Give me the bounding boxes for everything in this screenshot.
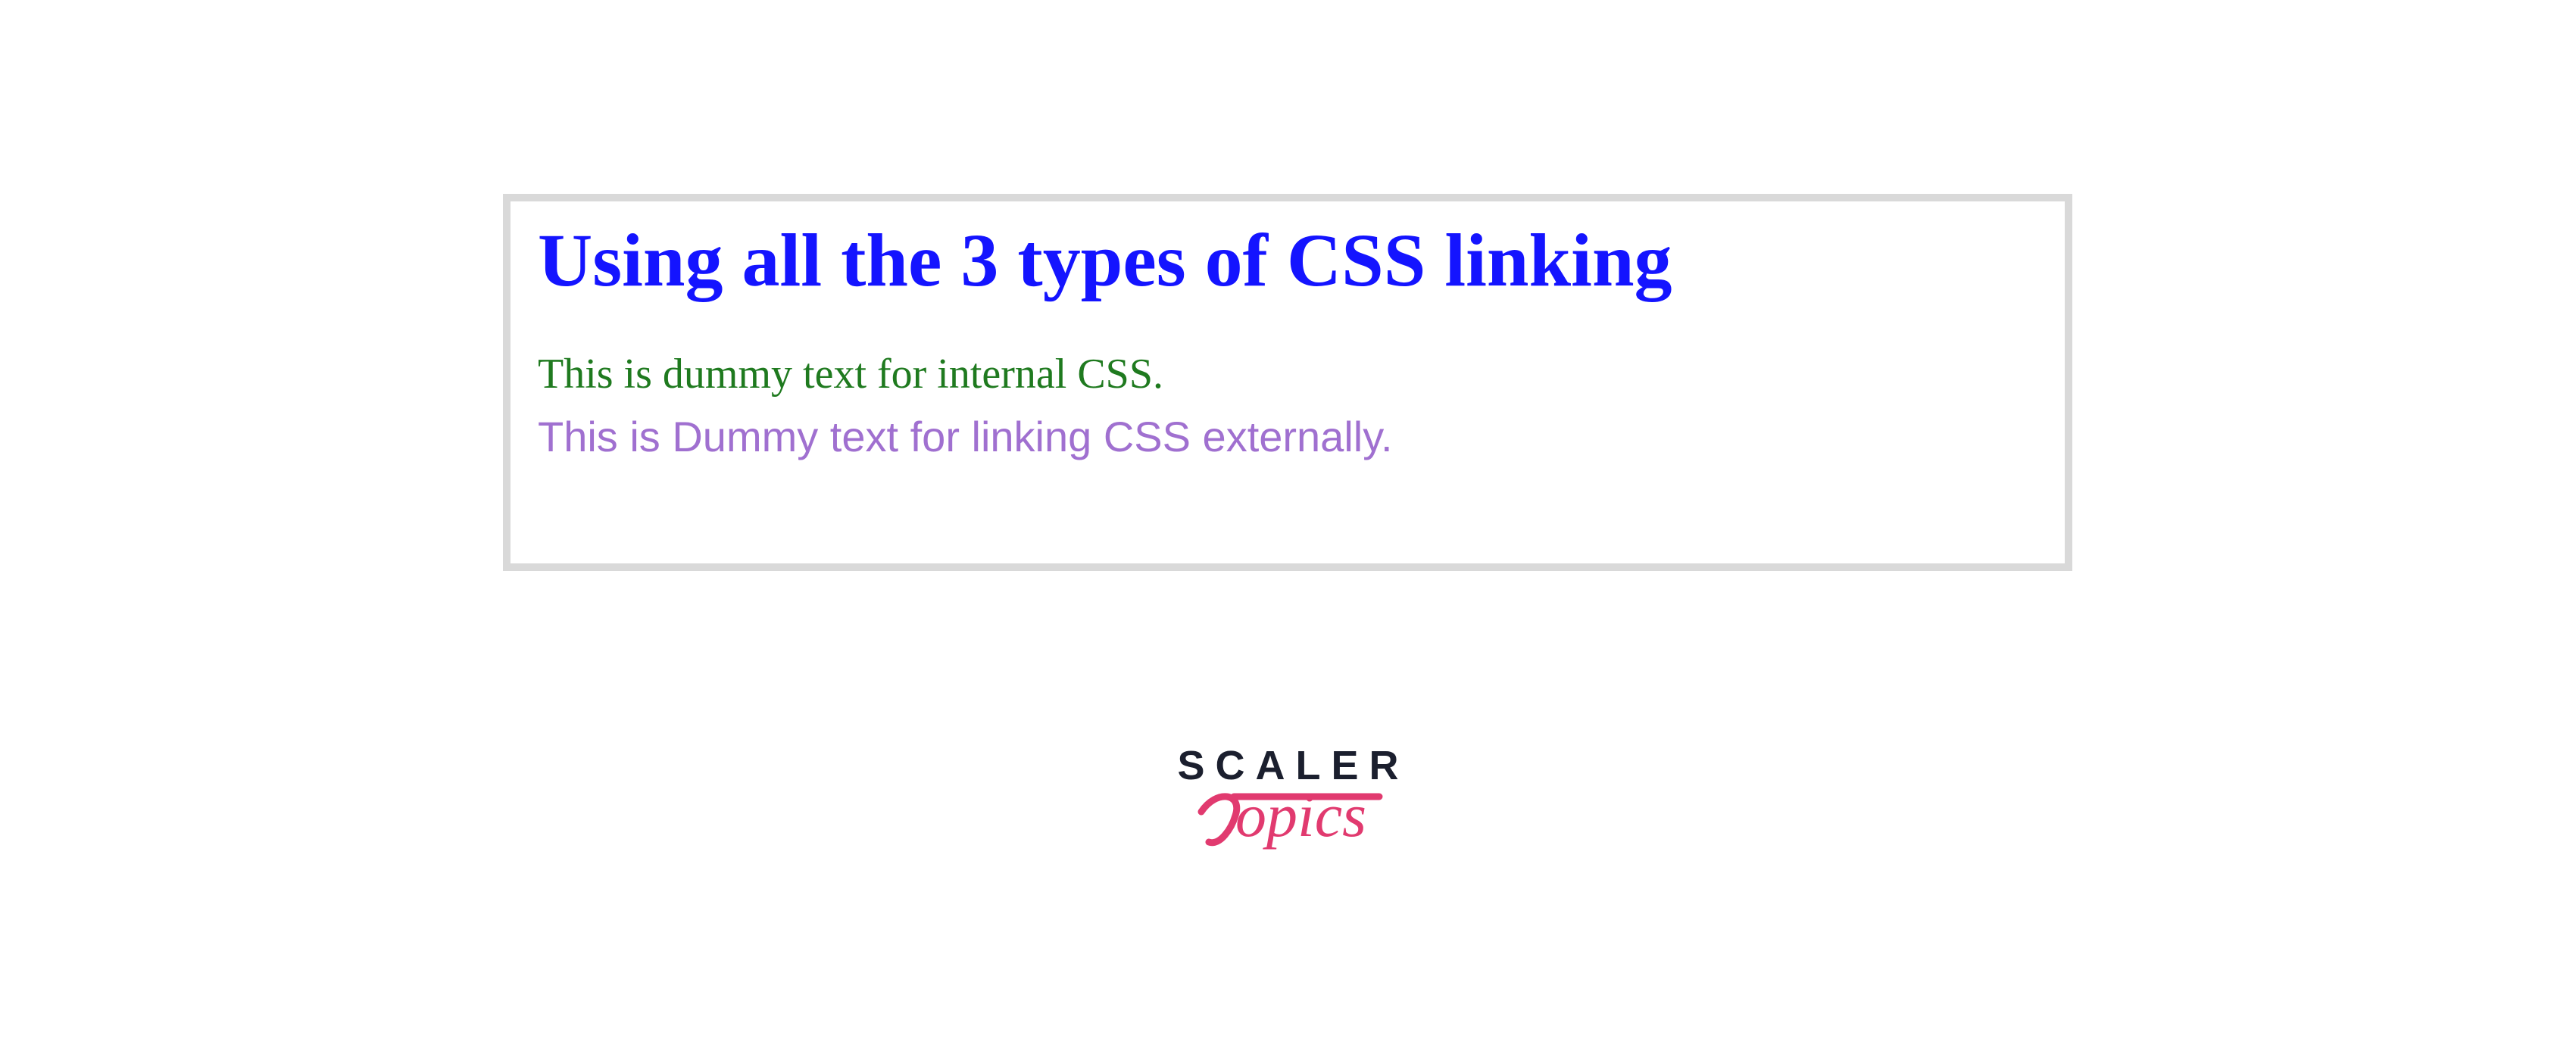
heading: Using all the 3 types of CSS linking xyxy=(538,217,2037,304)
svg-text:opics: opics xyxy=(1235,781,1366,850)
external-css-text: This is Dummy text for linking CSS exter… xyxy=(538,408,2037,466)
logo-secondary-text: opics xyxy=(1166,781,1409,869)
content-card: Using all the 3 types of CSS linking Thi… xyxy=(503,194,2072,571)
topics-script-icon: opics xyxy=(1189,781,1386,865)
internal-css-text: This is dummy text for internal CSS. xyxy=(538,346,2037,404)
scaler-topics-logo: SCALER opics xyxy=(1166,742,1409,869)
